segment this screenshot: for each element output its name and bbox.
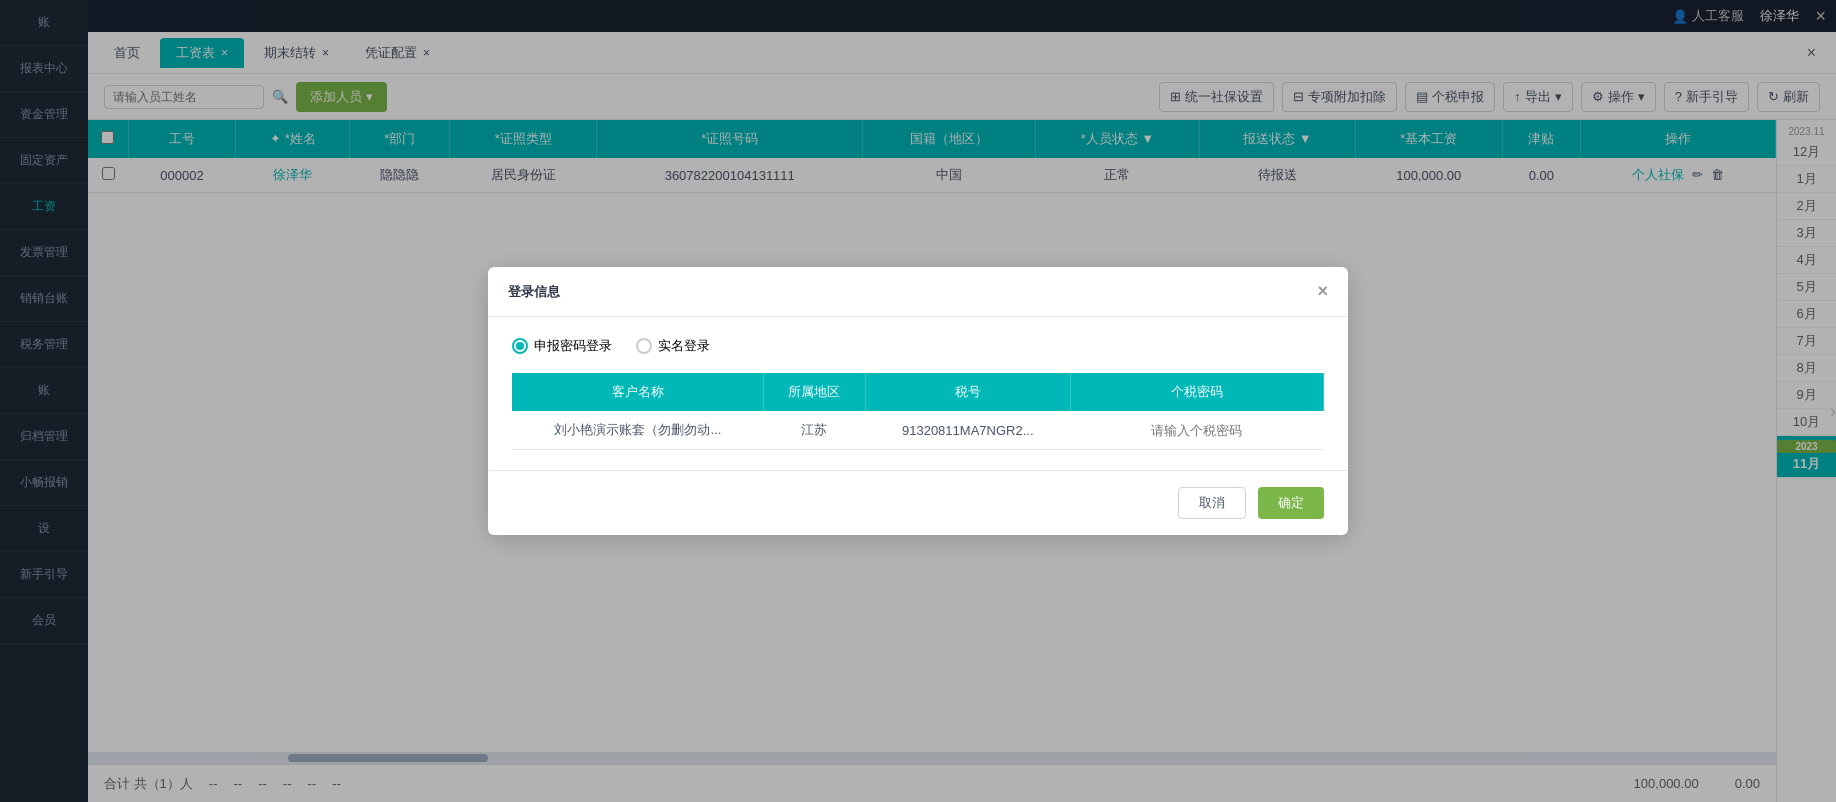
radio-password-label: 申报密码登录 bbox=[534, 337, 612, 355]
dialog-body: 申报密码登录 实名登录 客户名称 所属地区 税号 个税密码 bbox=[488, 317, 1348, 470]
radio-realname-login[interactable]: 实名登录 bbox=[636, 337, 710, 355]
dialog-cell-region: 江苏 bbox=[764, 411, 866, 450]
login-dialog: 登录信息 × 申报密码登录 实名登录 bbox=[488, 267, 1348, 535]
login-info-table: 客户名称 所属地区 税号 个税密码 刘小艳演示账套（勿删勿动... 江苏 913… bbox=[512, 373, 1324, 450]
dialog-overlay: 登录信息 × 申报密码登录 实名登录 bbox=[0, 0, 1836, 802]
radio-password-dot bbox=[516, 342, 524, 350]
dialog-title: 登录信息 bbox=[508, 283, 560, 301]
radio-password-login[interactable]: 申报密码登录 bbox=[512, 337, 612, 355]
login-type-group: 申报密码登录 实名登录 bbox=[512, 337, 1324, 355]
dialog-cell-password[interactable] bbox=[1070, 411, 1323, 450]
radio-realname-circle bbox=[636, 338, 652, 354]
confirm-button[interactable]: 确定 bbox=[1258, 487, 1324, 519]
dialog-header: 登录信息 × bbox=[488, 267, 1348, 317]
dialog-col-client: 客户名称 bbox=[512, 373, 764, 411]
radio-realname-label: 实名登录 bbox=[658, 337, 710, 355]
dialog-footer: 取消 确定 bbox=[488, 470, 1348, 535]
password-input[interactable] bbox=[1082, 423, 1311, 438]
radio-password-circle bbox=[512, 338, 528, 354]
dialog-col-region: 所属地区 bbox=[764, 373, 866, 411]
dialog-table-row: 刘小艳演示账套（勿删勿动... 江苏 91320811MA7NGR2... bbox=[512, 411, 1324, 450]
dialog-close-btn[interactable]: × bbox=[1317, 281, 1328, 302]
dialog-cell-client: 刘小艳演示账套（勿删勿动... bbox=[512, 411, 764, 450]
dialog-col-password: 个税密码 bbox=[1070, 373, 1323, 411]
cancel-button[interactable]: 取消 bbox=[1178, 487, 1246, 519]
dialog-col-tax-no: 税号 bbox=[865, 373, 1070, 411]
dialog-cell-tax-no: 91320811MA7NGR2... bbox=[865, 411, 1070, 450]
